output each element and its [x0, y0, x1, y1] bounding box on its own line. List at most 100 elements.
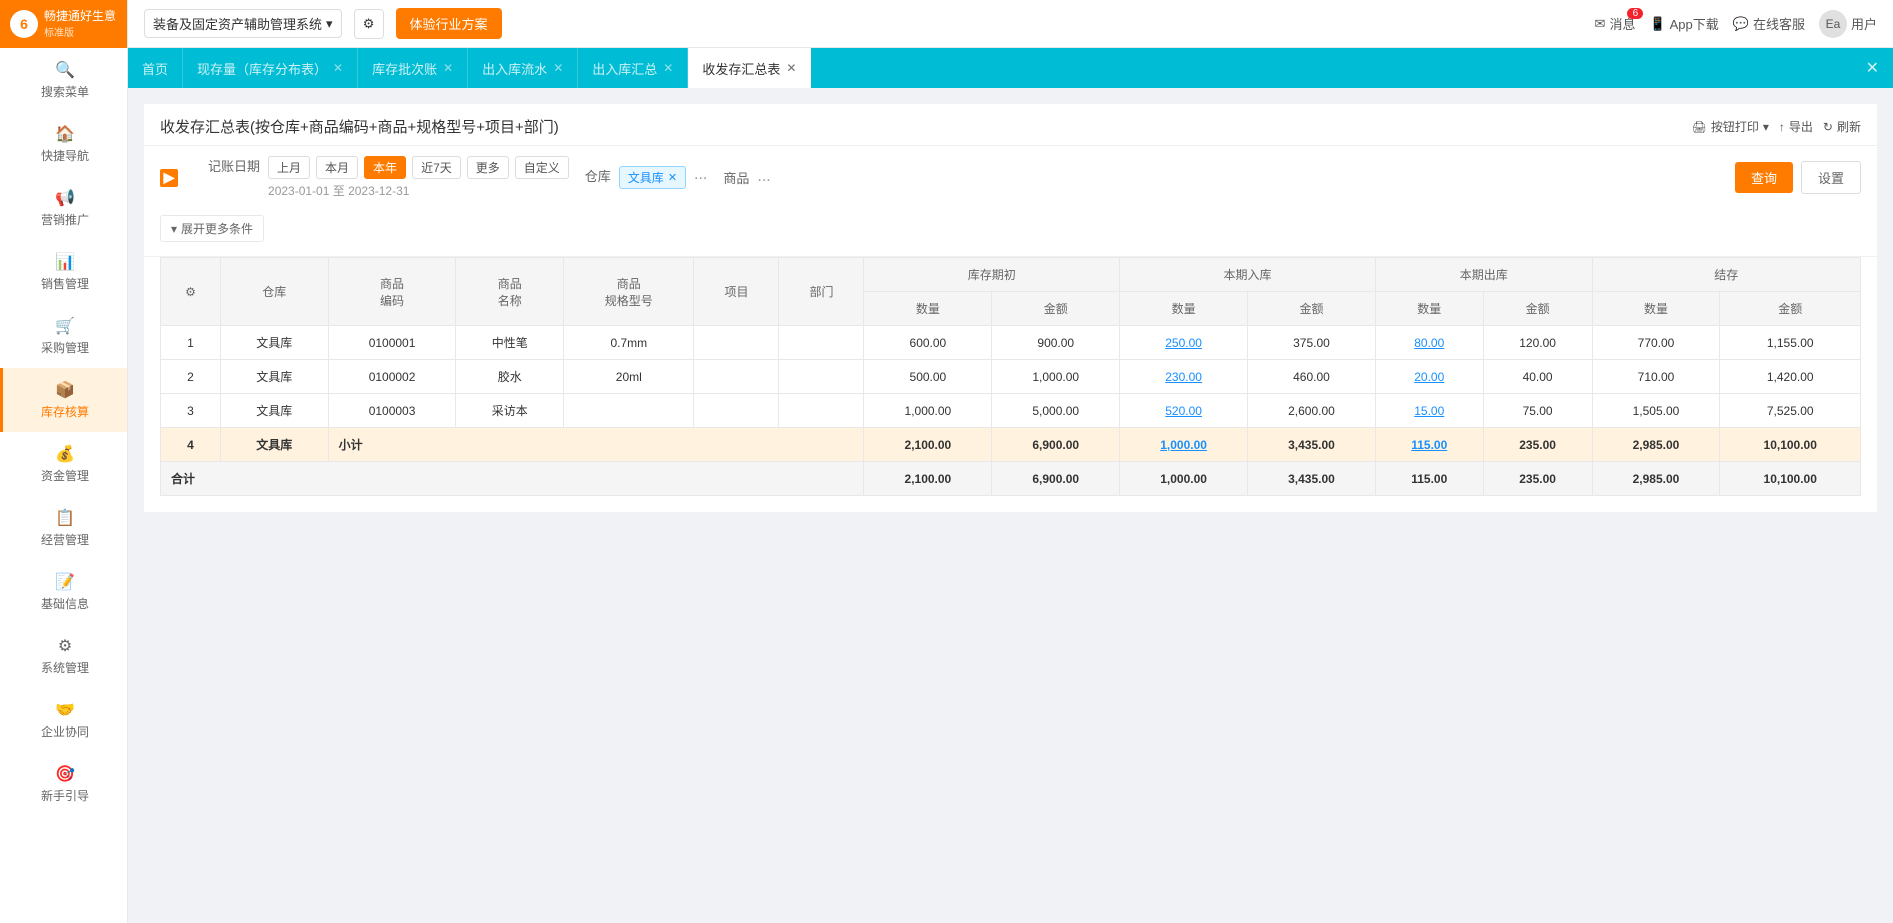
expand-arrow-icon: ▾ [171, 222, 177, 236]
tab-label: 收发存汇总表 [702, 59, 780, 78]
settings-button[interactable]: ⚙ [354, 9, 384, 39]
tab-close-icon[interactable]: ✕ [553, 61, 563, 75]
date-filter-label: 记账日期 [208, 156, 260, 175]
col-in-amt: 金额 [1248, 292, 1376, 326]
row-out-qty[interactable]: 20.00 [1375, 360, 1483, 394]
tab---[interactable]: 首页 [128, 48, 183, 88]
date-btn-本月[interactable]: 本月 [316, 156, 358, 179]
user-action[interactable]: Ea 用户 [1819, 10, 1877, 38]
system-icon: ⚙ [58, 636, 72, 656]
col-bal-amt: 金额 [1720, 292, 1861, 326]
sidebar-item-system[interactable]: ⚙ 系统管理 [0, 624, 127, 688]
tab-close-icon[interactable]: ✕ [663, 61, 673, 75]
row-in-qty[interactable]: 520.00 [1120, 394, 1248, 428]
sidebar-item-finance[interactable]: 💰 资金管理 [0, 432, 127, 496]
sidebar-item-operations[interactable]: 📋 经营管理 [0, 496, 127, 560]
sidebar-item-purchase[interactable]: 🛒 采购管理 [0, 304, 127, 368]
row-in-qty[interactable]: 230.00 [1120, 360, 1248, 394]
system-selector[interactable]: 装备及固定资产辅助管理系统 ▾ [144, 9, 342, 38]
refresh-button[interactable]: ↻ 刷新 [1823, 118, 1861, 135]
tab-label: 出入库流水 [482, 59, 547, 78]
subtotal-row: 4 文具库 小计 2,100.00 6,900.00 1,000.00 3,43… [161, 428, 1861, 462]
sidebar-item-quicknav[interactable]: 🏠 快捷导航 [0, 112, 127, 176]
sidebar-nav: 🔍 搜索菜单 🏠 快捷导航 📢 营销推广 📊 销售管理 🛒 采购管理 📦 库存核… [0, 48, 127, 923]
row-bal-amt: 1,420.00 [1720, 360, 1861, 394]
page-content: 收发存汇总表(按仓库+商品编码+商品+规格型号+项目+部门) 🖨 按钮打印 ▾ … [128, 88, 1893, 923]
col-settings[interactable]: ⚙ [161, 258, 221, 326]
app-logo: 6 畅捷通好生意 标准版 [0, 0, 127, 48]
row-code: 0100002 [328, 360, 456, 394]
date-btn-本年[interactable]: 本年 [364, 156, 406, 179]
row-warehouse: 文具库 [220, 360, 328, 394]
warehouse-tag[interactable]: 文具库 ✕ [619, 166, 686, 189]
sidebar-item-label-inventory: 库存核算 [41, 403, 89, 420]
date-btn-自定义[interactable]: 自定义 [515, 156, 569, 179]
dropdown-icon: ▾ [326, 16, 333, 32]
warehouse-ellipsis[interactable]: ... [694, 166, 707, 184]
tab-bar: 首页现存量（库存分布表）✕库存批次账✕出入库流水✕出入库汇总✕收发存汇总表✕✕ [128, 48, 1893, 88]
subtotal-out-amt: 235.00 [1483, 428, 1592, 462]
finance-icon: 💰 [55, 444, 75, 464]
col-inbound: 本期入库 [1120, 258, 1376, 292]
tab-close-icon[interactable]: ✕ [333, 61, 343, 75]
goods-ellipsis[interactable]: ... [757, 168, 770, 186]
online-service-action[interactable]: 💬 在线客服 [1733, 14, 1805, 33]
sales-icon: 📊 [55, 252, 75, 272]
messages-action[interactable]: ✉ 消息 6 [1595, 14, 1636, 33]
filter-expand-icon[interactable]: ▶ [160, 169, 178, 187]
trial-button[interactable]: 体验行业方案 [396, 8, 502, 39]
tab------[interactable]: 出入库流水 ✕ [468, 48, 578, 88]
expand-more-button[interactable]: ▾ 展开更多条件 [160, 215, 264, 242]
sidebar-item-enterprise[interactable]: 🤝 企业协同 [0, 688, 127, 752]
col-code: 商品编码 [328, 258, 456, 326]
tab-close-icon[interactable]: ✕ [443, 61, 453, 75]
row-in-amt: 375.00 [1248, 326, 1376, 360]
print-button[interactable]: 🖨 按钮打印 ▾ [1692, 118, 1769, 135]
subtotal-open-qty: 2,100.00 [864, 428, 992, 462]
row-spec: 0.7mm [564, 326, 694, 360]
row-out-qty[interactable]: 15.00 [1375, 394, 1483, 428]
col-open-qty: 数量 [864, 292, 992, 326]
col-name: 商品名称 [456, 258, 564, 326]
tab-label: 首页 [142, 59, 168, 78]
row-num: 3 [161, 394, 221, 428]
tab-close-icon[interactable]: ✕ [786, 61, 796, 75]
total-row: 合计 2,100.00 6,900.00 1,000.00 3,435.00 1… [161, 462, 1861, 496]
subtotal-in-qty[interactable]: 1,000.00 [1120, 428, 1248, 462]
tab-label: 现存量（库存分布表） [197, 59, 327, 78]
app-download-action[interactable]: 📱 App下载 [1649, 14, 1718, 33]
refresh-icon: ↻ [1823, 120, 1833, 134]
subtotal-warehouse: 文具库 [220, 428, 328, 462]
export-button[interactable]: ↑ 导出 [1779, 118, 1813, 135]
sidebar-item-basic[interactable]: 📝 基础信息 [0, 560, 127, 624]
query-button[interactable]: 查询 [1735, 162, 1793, 193]
row-out-amt: 120.00 [1483, 326, 1592, 360]
warehouse-tag-close[interactable]: ✕ [668, 171, 677, 184]
col-dept: 部门 [779, 258, 864, 326]
tab-bar-close[interactable]: ✕ [1852, 58, 1893, 78]
sidebar-item-marketing[interactable]: 📢 营销推广 [0, 176, 127, 240]
col-project: 项目 [694, 258, 779, 326]
date-btn-更多[interactable]: 更多 [467, 156, 509, 179]
tab------[interactable]: 出入库汇总✕ [578, 48, 688, 88]
tab-------[interactable]: 收发存汇总表 ✕ [688, 48, 811, 88]
tab-----------[interactable]: 现存量（库存分布表） ✕ [183, 48, 358, 88]
date-btn-近7天[interactable]: 近7天 [412, 156, 461, 179]
sidebar-item-sales[interactable]: 📊 销售管理 [0, 240, 127, 304]
total-out-amt: 235.00 [1483, 462, 1592, 496]
print-icon: 🖨 [1692, 120, 1707, 134]
sidebar-item-inventory[interactable]: 📦 库存核算 [0, 368, 127, 432]
sidebar-item-search[interactable]: 🔍 搜索菜单 [0, 48, 127, 112]
sidebar-item-label-search: 搜索菜单 [41, 83, 89, 100]
row-in-qty[interactable]: 250.00 [1120, 326, 1248, 360]
row-open-qty: 600.00 [864, 326, 992, 360]
tab------[interactable]: 库存批次账✕ [358, 48, 468, 88]
date-btn-上月[interactable]: 上月 [268, 156, 310, 179]
row-in-amt: 2,600.00 [1248, 394, 1376, 428]
subtotal-out-qty[interactable]: 115.00 [1375, 428, 1483, 462]
row-dept [779, 360, 864, 394]
page-title: 收发存汇总表(按仓库+商品编码+商品+规格型号+项目+部门) [160, 116, 559, 137]
sidebar-item-guide[interactable]: 🎯 新手引导 [0, 752, 127, 816]
settings-btn[interactable]: 设置 [1801, 161, 1861, 194]
row-out-qty[interactable]: 80.00 [1375, 326, 1483, 360]
